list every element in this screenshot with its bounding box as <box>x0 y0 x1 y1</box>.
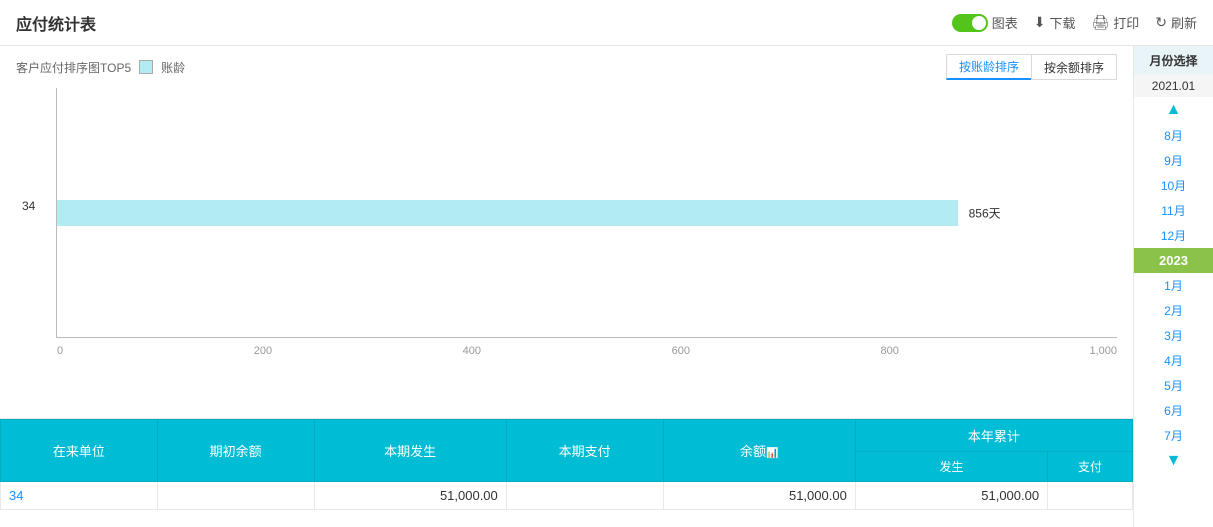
toggle-switch-icon[interactable] <box>952 14 988 32</box>
header-actions: 图表 ⬇ 下载 🖨 打印 ↻ 刷新 <box>952 13 1197 32</box>
legend-box <box>139 60 153 74</box>
month-nav-down[interactable]: ▼ <box>1134 448 1213 474</box>
x-axis: 0 200 400 600 800 1,000 <box>57 345 1117 357</box>
month-item-1[interactable]: 1月 <box>1134 273 1213 298</box>
month-item-8[interactable]: 8月 <box>1134 123 1213 148</box>
col-benqi-zhifu: 本期支付 <box>506 420 663 482</box>
month-item-2[interactable]: 2月 <box>1134 298 1213 323</box>
cell-nian-fasheng: 51,000.00 <box>855 482 1047 510</box>
col-unit: 在来单位 <box>1 420 158 482</box>
print-label: 打印 <box>1113 13 1139 32</box>
month-item-4[interactable]: 4月 <box>1134 348 1213 373</box>
x-tick-1000: 1,000 <box>1089 345 1117 357</box>
col-nian-leiji: 本年累计 <box>855 420 1132 452</box>
cell-nian-zhifu <box>1048 482 1133 510</box>
month-item-3[interactable]: 3月 <box>1134 323 1213 348</box>
chart-wrapper: 34 856天 0 200 400 600 800 1,000 <box>0 88 1133 388</box>
refresh-button[interactable]: ↻ 刷新 <box>1155 13 1197 32</box>
refresh-icon: ↻ <box>1155 14 1167 31</box>
cell-yue: 51,000.00 <box>663 482 855 510</box>
download-icon: ⬇ <box>1034 14 1046 31</box>
x-tick-800: 800 <box>881 345 899 357</box>
month-item-11[interactable]: 11月 <box>1134 198 1213 223</box>
col-benqi-fasheng: 本期发生 <box>314 420 506 482</box>
print-button[interactable]: 🖨 打印 <box>1091 13 1139 32</box>
table-row: 34 51,000.00 51,000.00 51,000.00 <box>1 482 1133 510</box>
legend-box-label: 账龄 <box>161 59 185 76</box>
col-nian-zhifu: 支付 <box>1048 452 1133 482</box>
month-item-7[interactable]: 7月 <box>1134 423 1213 448</box>
x-tick-400: 400 <box>463 345 481 357</box>
bar-label-left: 34 <box>22 199 35 213</box>
x-tick-0: 0 <box>57 345 63 357</box>
download-button[interactable]: ⬇ 下载 <box>1034 13 1076 32</box>
sort-by-balance-button[interactable]: 按账龄排序 <box>946 54 1031 80</box>
col-qichu: 期初余额 <box>157 420 314 482</box>
month-item-12[interactable]: 12月 <box>1134 223 1213 248</box>
month-item-5[interactable]: 5月 <box>1134 373 1213 398</box>
chart-bar <box>57 200 958 226</box>
sort-by-amount-button[interactable]: 按余额排序 <box>1031 54 1117 80</box>
month-sidebar: 月份选择 2021.01 ▲ 8月 9月 10月 11月 12月 2023 1月… <box>1133 46 1213 527</box>
col-yue: 余额📊 <box>663 420 855 482</box>
cell-qichu <box>157 482 314 510</box>
month-item-9[interactable]: 9月 <box>1134 148 1213 173</box>
unit-link[interactable]: 34 <box>9 488 23 503</box>
cell-benqi-zhifu <box>506 482 663 510</box>
legend-title: 客户应付排序图TOP5 <box>16 59 131 76</box>
chart-header: 客户应付排序图TOP5 账龄 按账龄排序 按余额排序 <box>0 46 1133 88</box>
data-table: 在来单位 期初余额 本期发生 本期支付 余额📊 本年累计 发生 支付 <box>0 418 1133 518</box>
x-tick-200: 200 <box>254 345 272 357</box>
refresh-label: 刷新 <box>1171 13 1197 32</box>
cell-unit: 34 <box>1 482 158 510</box>
month-sidebar-title: 月份选择 <box>1134 46 1213 75</box>
sort-buttons: 按账龄排序 按余额排序 <box>946 54 1117 80</box>
month-item-6[interactable]: 6月 <box>1134 398 1213 423</box>
page-title: 应付统计表 <box>16 11 96 35</box>
year-2023-label: 2023 <box>1134 248 1213 273</box>
cell-benqi-fasheng: 51,000.00 <box>314 482 506 510</box>
col-nian-fasheng: 发生 <box>855 452 1047 482</box>
bar-label-right: 856天 <box>969 204 1001 221</box>
chart-label: 图表 <box>992 13 1018 32</box>
print-icon: 🖨 <box>1091 14 1109 31</box>
x-tick-600: 600 <box>672 345 690 357</box>
month-year-display[interactable]: 2021.01 <box>1134 75 1213 97</box>
download-label: 下载 <box>1049 13 1075 32</box>
chart-toggle[interactable]: 图表 <box>952 13 1018 32</box>
month-item-10[interactable]: 10月 <box>1134 173 1213 198</box>
chart-legend: 客户应付排序图TOP5 账龄 <box>16 59 185 76</box>
month-nav-up[interactable]: ▲ <box>1134 97 1213 123</box>
